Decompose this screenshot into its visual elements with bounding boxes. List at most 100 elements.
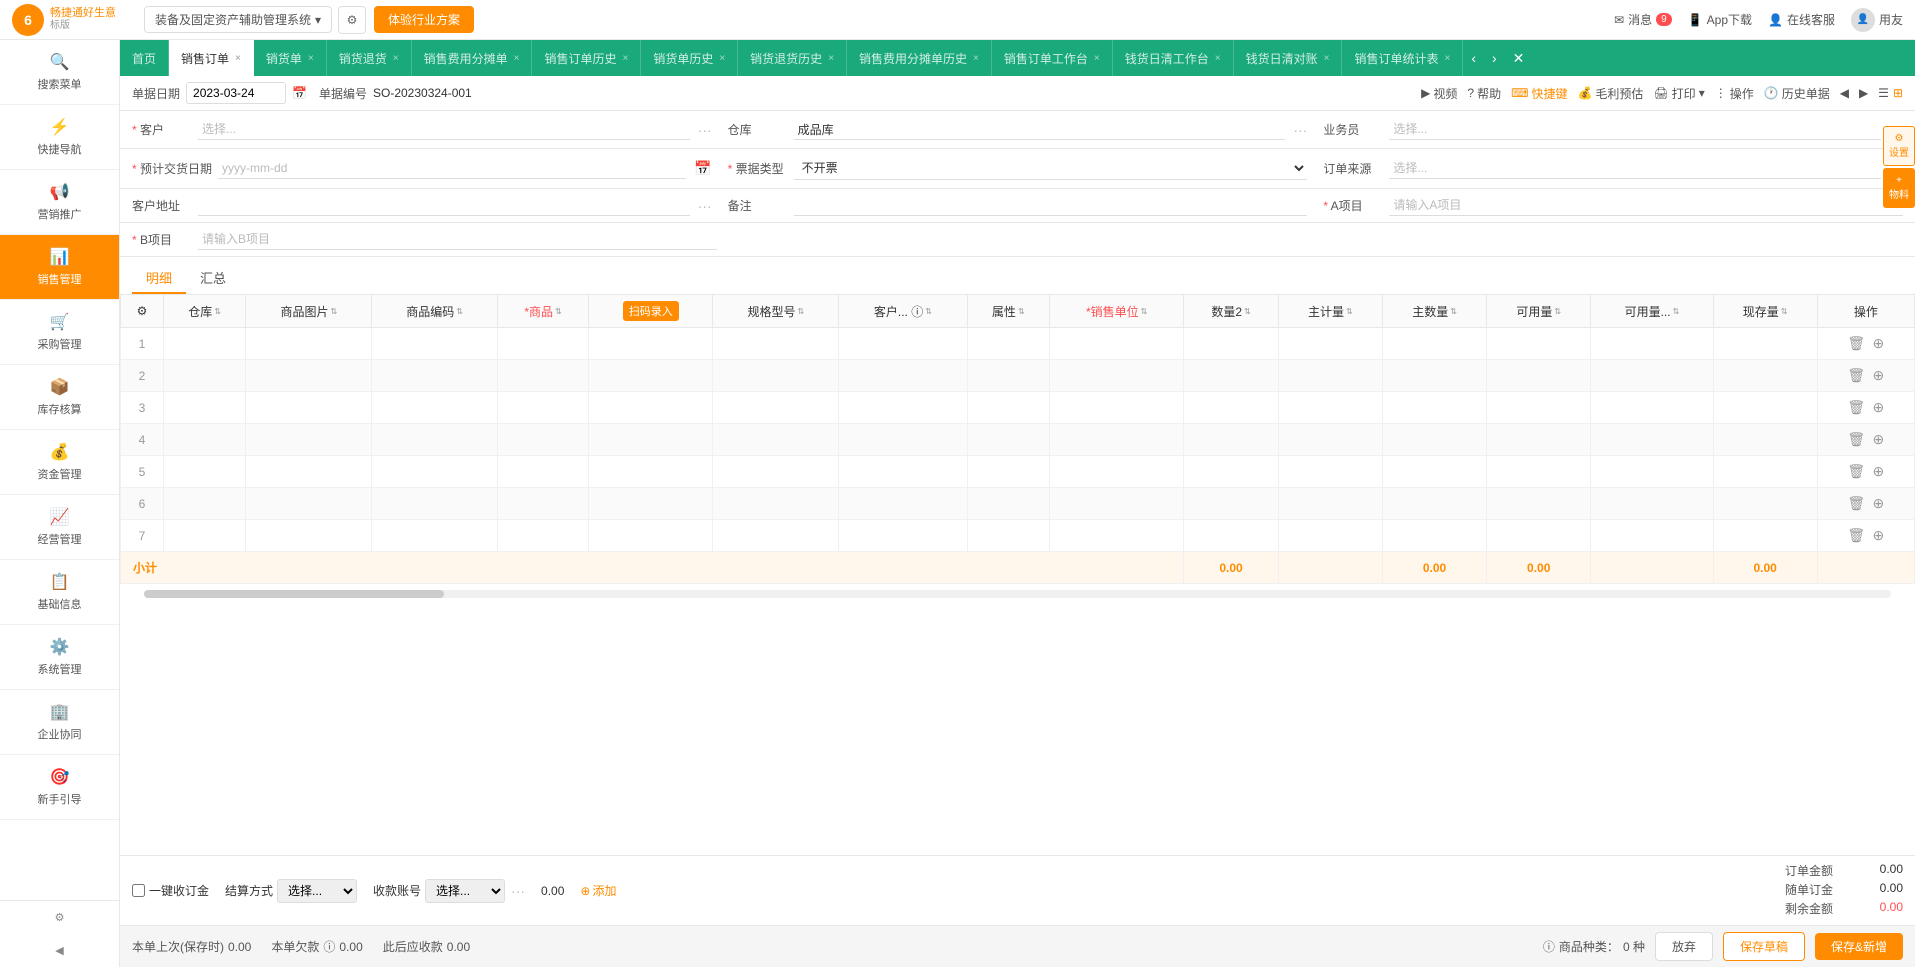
horizontal-scrollbar[interactable] bbox=[144, 590, 1891, 598]
delivery-input[interactable] bbox=[218, 158, 686, 179]
row-copy-btn[interactable]: ⊕ bbox=[1873, 335, 1885, 351]
row-copy-btn[interactable]: ⊕ bbox=[1873, 527, 1885, 543]
discard-button[interactable]: 放弃 bbox=[1655, 932, 1713, 961]
tab-sales-return[interactable]: 销货退货 × bbox=[327, 40, 412, 76]
sidebar-item-enterprise[interactable]: 🏢 企业协同 bbox=[0, 690, 119, 755]
tab-expense-history[interactable]: 销售费用分摊单历史 × bbox=[847, 40, 992, 76]
tab-close-icon[interactable]: × bbox=[828, 53, 834, 64]
row-copy-btn[interactable]: ⊕ bbox=[1873, 463, 1885, 479]
shortcut-btn[interactable]: ⌨ 快捷键 bbox=[1511, 85, 1567, 102]
warehouse-more-btn[interactable]: ··· bbox=[1293, 122, 1307, 138]
th-available2[interactable]: 可用量...⇅ bbox=[1591, 295, 1713, 328]
th-product[interactable]: *商品⇅ bbox=[498, 295, 589, 328]
row-delete-btn[interactable]: 🗑 bbox=[1847, 495, 1865, 511]
one-click-deposit-checkbox[interactable]: 一键收订金 bbox=[132, 882, 209, 899]
nav-prev-btn[interactable]: ◀ bbox=[1840, 86, 1849, 100]
date-input[interactable] bbox=[186, 82, 286, 104]
scan-button[interactable]: 扫码录入 bbox=[623, 301, 679, 321]
history-btn[interactable]: 🕐 历史单据 bbox=[1764, 85, 1830, 102]
save-new-button[interactable]: 保存&新增 bbox=[1815, 933, 1903, 960]
tab-close-icon[interactable]: × bbox=[514, 53, 520, 64]
sidebar-collapse-button[interactable]: ⚙ bbox=[0, 901, 119, 934]
row-delete-btn[interactable]: 🗑 bbox=[1847, 527, 1865, 543]
th-main-qty[interactable]: 主数量⇅ bbox=[1382, 295, 1486, 328]
row-copy-btn[interactable]: ⊕ bbox=[1873, 399, 1885, 415]
app-download-item[interactable]: 📱 App下载 bbox=[1688, 11, 1752, 28]
calendar-icon[interactable]: 📅 bbox=[292, 86, 307, 100]
th-customer-code[interactable]: 客户... ⓘ⇅ bbox=[839, 295, 967, 328]
tab-daily-clear[interactable]: 钱货日清工作台 × bbox=[1113, 40, 1234, 76]
tab-close-icon[interactable]: × bbox=[1094, 53, 1100, 64]
list-view-btn[interactable]: ☰ bbox=[1878, 86, 1889, 100]
row-delete-btn[interactable]: 🗑 bbox=[1847, 399, 1865, 415]
tab-close-icon[interactable]: × bbox=[1324, 53, 1330, 64]
grid-view-btn[interactable]: ⊞ bbox=[1893, 86, 1903, 100]
sidebar-item-finance[interactable]: 💰 资金管理 bbox=[0, 430, 119, 495]
th-qty2[interactable]: 数量2⇅ bbox=[1184, 295, 1279, 328]
sidebar-item-operations[interactable]: 📈 经营管理 bbox=[0, 495, 119, 560]
invoice-select[interactable]: 不开票 增值税普票 增值税专票 bbox=[794, 157, 1308, 180]
staff-input[interactable] bbox=[1389, 119, 1881, 140]
right-action-setup[interactable]: ⚙ 设置 bbox=[1883, 126, 1915, 166]
tab-prev-button[interactable]: ‹ bbox=[1463, 40, 1484, 76]
tab-close-icon[interactable]: × bbox=[1215, 53, 1221, 64]
th-main-unit[interactable]: 主计量⇅ bbox=[1278, 295, 1382, 328]
sidebar-item-purchase[interactable]: 🛒 采购管理 bbox=[0, 300, 119, 365]
online-service-item[interactable]: 👤 在线客服 bbox=[1768, 11, 1835, 28]
print-btn[interactable]: 🖨 打印 ▾ bbox=[1653, 85, 1704, 102]
note-input[interactable] bbox=[794, 195, 1308, 216]
order-source-input[interactable] bbox=[1389, 158, 1881, 179]
right-action-add-material[interactable]: + 物料 bbox=[1883, 168, 1915, 208]
operations-btn[interactable]: ⋮ 操作 bbox=[1715, 85, 1754, 102]
tab-sales-order[interactable]: 销售订单 × bbox=[169, 40, 254, 76]
row-delete-btn[interactable]: 🗑 bbox=[1847, 463, 1865, 479]
add-link-button[interactable]: ⊕ 添加 bbox=[580, 882, 616, 899]
tab-summary[interactable]: 汇总 bbox=[186, 263, 240, 294]
th-warehouse[interactable]: 仓库⇅ bbox=[163, 295, 246, 328]
solution-button[interactable]: 体验行业方案 bbox=[374, 6, 474, 33]
sidebar-item-marketing[interactable]: 📢 营销推广 bbox=[0, 170, 119, 235]
tab-close-icon[interactable]: × bbox=[719, 53, 725, 64]
user-item[interactable]: 👤 用友 bbox=[1851, 8, 1903, 32]
save-draft-button[interactable]: 保存草稿 bbox=[1723, 932, 1805, 961]
row-copy-btn[interactable]: ⊕ bbox=[1873, 431, 1885, 447]
tab-close-icon[interactable]: × bbox=[235, 53, 241, 64]
sidebar-item-newbie[interactable]: 🎯 新手引导 bbox=[0, 755, 119, 820]
b-project-input[interactable] bbox=[198, 229, 717, 250]
th-settings[interactable]: ⚙ bbox=[121, 295, 164, 328]
row-copy-btn[interactable]: ⊕ bbox=[1873, 495, 1885, 511]
tab-invoice-history[interactable]: 销货单历史 × bbox=[641, 40, 738, 76]
profit-estimate-btn[interactable]: 💰 毛利预估 bbox=[1577, 85, 1643, 102]
customer-addr-input[interactable] bbox=[198, 195, 690, 216]
tab-close-icon[interactable]: × bbox=[622, 53, 628, 64]
tab-close-icon[interactable]: × bbox=[308, 53, 314, 64]
settings-icon[interactable]: ⚙ bbox=[338, 6, 366, 34]
system-selector[interactable]: 装备及固定资产辅助管理系统 ▾ bbox=[144, 6, 332, 33]
sidebar-item-sales[interactable]: 📊 销售管理 bbox=[0, 235, 119, 300]
video-btn[interactable]: ▶ 视频 bbox=[1421, 85, 1457, 102]
scrollbar-thumb[interactable] bbox=[144, 590, 444, 598]
sidebar-item-system[interactable]: ⚙️ 系统管理 bbox=[0, 625, 119, 690]
nav-next-btn[interactable]: ▶ bbox=[1859, 86, 1868, 100]
row-copy-btn[interactable]: ⊕ bbox=[1873, 367, 1885, 383]
tab-workbench[interactable]: 销售订单工作台 × bbox=[992, 40, 1113, 76]
tab-return-history[interactable]: 销货退货历史 × bbox=[738, 40, 847, 76]
tab-detail[interactable]: 明细 bbox=[132, 263, 186, 294]
tab-order-history[interactable]: 销售订单历史 × bbox=[532, 40, 641, 76]
customer-more-btn[interactable]: ··· bbox=[698, 122, 712, 138]
sidebar-item-quick[interactable]: ⚡ 快捷导航 bbox=[0, 105, 119, 170]
tab-close-icon[interactable]: × bbox=[393, 53, 399, 64]
th-unit[interactable]: *销售单位⇅ bbox=[1050, 295, 1184, 328]
sidebar-item-inventory[interactable]: 📦 库存核算 bbox=[0, 365, 119, 430]
th-attr[interactable]: 属性⇅ bbox=[967, 295, 1050, 328]
sidebar-item-basic[interactable]: 📋 基础信息 bbox=[0, 560, 119, 625]
tab-next-button[interactable]: › bbox=[1484, 40, 1505, 76]
warehouse-input[interactable] bbox=[794, 119, 1286, 140]
th-code[interactable]: 商品编码⇅ bbox=[372, 295, 498, 328]
row-delete-btn[interactable]: 🗑 bbox=[1847, 367, 1865, 383]
tab-daily-reconcile[interactable]: 钱货日清对账 × bbox=[1234, 40, 1343, 76]
account-more-btn[interactable]: ··· bbox=[511, 883, 525, 899]
tab-expense[interactable]: 销售费用分摊单 × bbox=[412, 40, 533, 76]
tab-stats[interactable]: 销售订单统计表 × bbox=[1342, 40, 1463, 76]
sidebar-item-search[interactable]: 🔍 搜索菜单 bbox=[0, 40, 119, 105]
